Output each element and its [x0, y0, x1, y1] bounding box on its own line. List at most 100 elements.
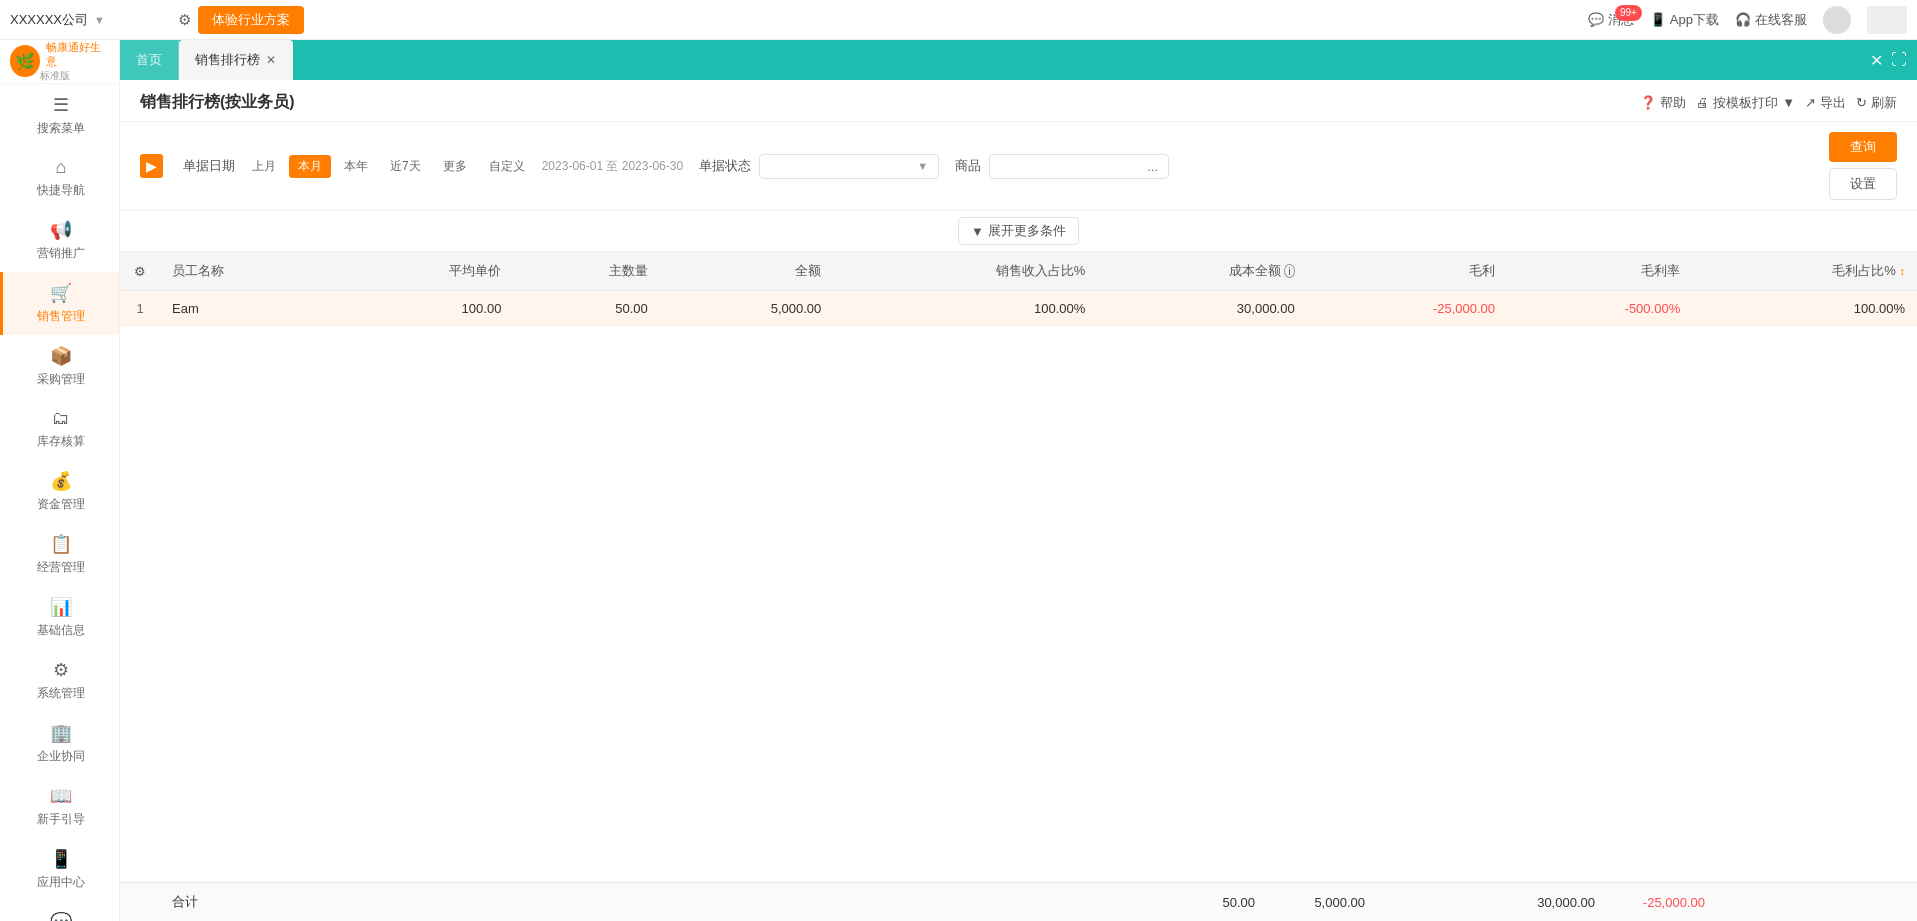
sidebar-item-finance[interactable]: 💰 资金管理 [0, 460, 119, 523]
filter-expand-btn[interactable]: ▶ [140, 154, 163, 178]
table-header-row: ⚙ 员工名称 平均单价 主数量 全额 销售收入占比% 成本全额 i 毛利 毛利率… [120, 252, 1917, 291]
print-btn[interactable]: 🖨 按模板打印 ▼ [1696, 94, 1795, 112]
message-btn[interactable]: 💬 消息 99+ [1588, 11, 1634, 29]
sidebar-item-marketing[interactable]: 📢 营销推广 [0, 209, 119, 272]
expand-row: ▼ 展开更多条件 [120, 211, 1917, 252]
sidebar-item-sales[interactable]: 🛒 销售管理 [0, 272, 119, 335]
cell-gross-pct: 100.00% [1692, 291, 1917, 327]
tab-maximize-btn[interactable]: ⛶ [1891, 51, 1907, 69]
cell-sales-pct: 100.00% [833, 291, 1097, 327]
col-name: 员工名称 [160, 252, 337, 291]
col-sales-pct: 销售收入占比% [833, 252, 1097, 291]
company-selector[interactable]: XXXXXX公司 ▼ [10, 11, 170, 29]
base-icon: 📊 [50, 596, 72, 618]
guide-icon: 📖 [50, 785, 72, 807]
cell-qty: 50.00 [513, 291, 659, 327]
table-container: ⚙ 员工名称 平均单价 主数量 全额 销售收入占比% 成本全额 i 毛利 毛利率… [120, 252, 1917, 882]
refresh-btn[interactable]: ↻ 刷新 [1856, 94, 1897, 112]
tab-bar-right: ✕ ⛶ [1860, 40, 1917, 80]
date-tab-last7[interactable]: 近7天 [381, 155, 430, 178]
goods-input[interactable]: ... [989, 154, 1169, 179]
sidebar-item-apps[interactable]: 📱 应用中心 [0, 838, 119, 901]
user-name[interactable] [1867, 6, 1907, 34]
footer-cost: 30,000.00 [1485, 895, 1595, 910]
sidebar-item-label: 基础信息 [37, 622, 85, 639]
avatar[interactable] [1823, 6, 1851, 34]
date-tab-this-month[interactable]: 本月 [289, 155, 331, 178]
col-cost: 成本全额 i [1097, 252, 1306, 291]
table-row: 1 Eam 100.00 50.00 5,000.00 100.00% 30,0… [120, 291, 1917, 327]
status-select[interactable]: ▼ [759, 154, 939, 179]
expand-arrow-icon[interactable]: ▶ [140, 154, 163, 178]
online-service-btn[interactable]: 🎧 在线客服 [1735, 11, 1807, 29]
refresh-label: 刷新 [1871, 94, 1897, 112]
filter-bar: ▶ 单据日期 上月 本月 本年 近7天 更多 自定义 2023-06-01 至 … [120, 122, 1917, 211]
expand-conditions-btn[interactable]: ▼ 展开更多条件 [958, 217, 1079, 245]
sidebar-item-label: 销售管理 [37, 308, 85, 325]
company-chevron-icon: ▼ [94, 14, 105, 26]
tab-sales-rank[interactable]: 销售排行榜 ✕ [179, 40, 293, 80]
tab-home[interactable]: 首页 [120, 40, 179, 80]
sidebar-logo: 🌿 畅康通好生意 标准版 [0, 40, 119, 84]
date-tab-custom[interactable]: 自定义 [480, 155, 534, 178]
date-tab-prev-month[interactable]: 上月 [243, 155, 285, 178]
wechat-icon: 💬 [50, 911, 72, 921]
sidebar-item-operations[interactable]: 📋 经营管理 [0, 523, 119, 586]
date-tab-more[interactable]: 更多 [434, 155, 476, 178]
sidebar-item-label: 系统管理 [37, 685, 85, 702]
col-settings-icon[interactable]: ⚙ [134, 264, 146, 279]
page-header: 销售排行榜(按业务员) ❓ 帮助 🖨 按模板打印 ▼ ↗ 导出 ↻ 刷新 [120, 80, 1917, 122]
sidebar-item-shortcut[interactable]: ⌂ 快捷导航 [0, 147, 119, 209]
sidebar-item-search[interactable]: ☰ 搜索菜单 [0, 84, 119, 147]
enterprise-icon: 🏢 [50, 722, 72, 744]
sidebar-item-inventory[interactable]: 🗂 库存核算 [0, 398, 119, 460]
help-btn[interactable]: ❓ 帮助 [1640, 94, 1686, 112]
trial-btn[interactable]: 体验行业方案 [198, 6, 304, 34]
date-range: 2023-06-01 至 2023-06-30 [542, 158, 683, 175]
sidebar-item-purchase[interactable]: 📦 采购管理 [0, 335, 119, 398]
date-filter-label: 单据日期 [183, 157, 235, 175]
marketing-icon: 📢 [50, 219, 72, 241]
app-icon: 📱 [1650, 12, 1666, 27]
expand-label: 展开更多条件 [988, 222, 1066, 240]
sidebar-item-label: 应用中心 [37, 874, 85, 891]
logo-sub: 标准版 [40, 69, 109, 83]
footer-qty: 50.00 [1155, 895, 1255, 910]
query-btn[interactable]: 查询 [1829, 132, 1897, 162]
sidebar-item-wechat[interactable]: 💬 企业微信 [0, 901, 119, 921]
settings-icon-btn[interactable]: ⚙ [170, 6, 198, 34]
export-btn[interactable]: ↗ 导出 [1805, 94, 1846, 112]
sidebar-item-system[interactable]: ⚙ 系统管理 [0, 649, 119, 712]
content-area: 首页 销售排行榜 ✕ ✕ ⛶ 销售排行榜(按业务员) ❓ 帮助 🖨 按模 [120, 40, 1917, 921]
header-right: 💬 消息 99+ 📱 App下载 🎧 在线客服 [1588, 6, 1907, 34]
print-icon: 🖨 [1696, 95, 1709, 110]
gross-pct-sort-icon[interactable]: ↕ [1900, 265, 1906, 277]
sidebar-item-label: 营销推广 [37, 245, 85, 262]
sidebar-item-label: 经营管理 [37, 559, 85, 576]
search-menu-icon: ☰ [53, 94, 69, 116]
date-tab-this-year[interactable]: 本年 [335, 155, 377, 178]
sidebar-item-label: 资金管理 [37, 496, 85, 513]
shortcut-icon: ⌂ [56, 157, 67, 178]
filter-settings-btn[interactable]: 设置 [1829, 168, 1897, 200]
message-icon: 💬 [1588, 12, 1604, 27]
apps-icon: 📱 [50, 848, 72, 870]
logo-name: 畅康通好生意 [46, 40, 109, 69]
col-settings[interactable]: ⚙ [120, 252, 160, 291]
sidebar-item-enterprise[interactable]: 🏢 企业协同 [0, 712, 119, 775]
tab-close-icon[interactable]: ✕ [266, 54, 276, 66]
export-icon: ↗ [1805, 95, 1816, 110]
app-label: App下载 [1670, 11, 1719, 29]
sidebar-item-base[interactable]: 📊 基础信息 [0, 586, 119, 649]
expand-down-icon: ▼ [971, 224, 984, 239]
tab-sales-rank-label: 销售排行榜 [195, 51, 260, 69]
purchase-icon: 📦 [50, 345, 72, 367]
date-tabs: 上月 本月 本年 近7天 更多 自定义 [243, 155, 534, 178]
cost-info-icon: i [1284, 264, 1294, 278]
app-download-btn[interactable]: 📱 App下载 [1650, 11, 1719, 29]
status-filter-group: 单据状态 ▼ [699, 154, 939, 179]
status-filter-label: 单据状态 [699, 157, 751, 175]
tab-minimize-btn[interactable]: ✕ [1870, 51, 1883, 70]
sidebar-item-guide[interactable]: 📖 新手引导 [0, 775, 119, 838]
filter-actions: 查询 设置 [1829, 132, 1897, 200]
